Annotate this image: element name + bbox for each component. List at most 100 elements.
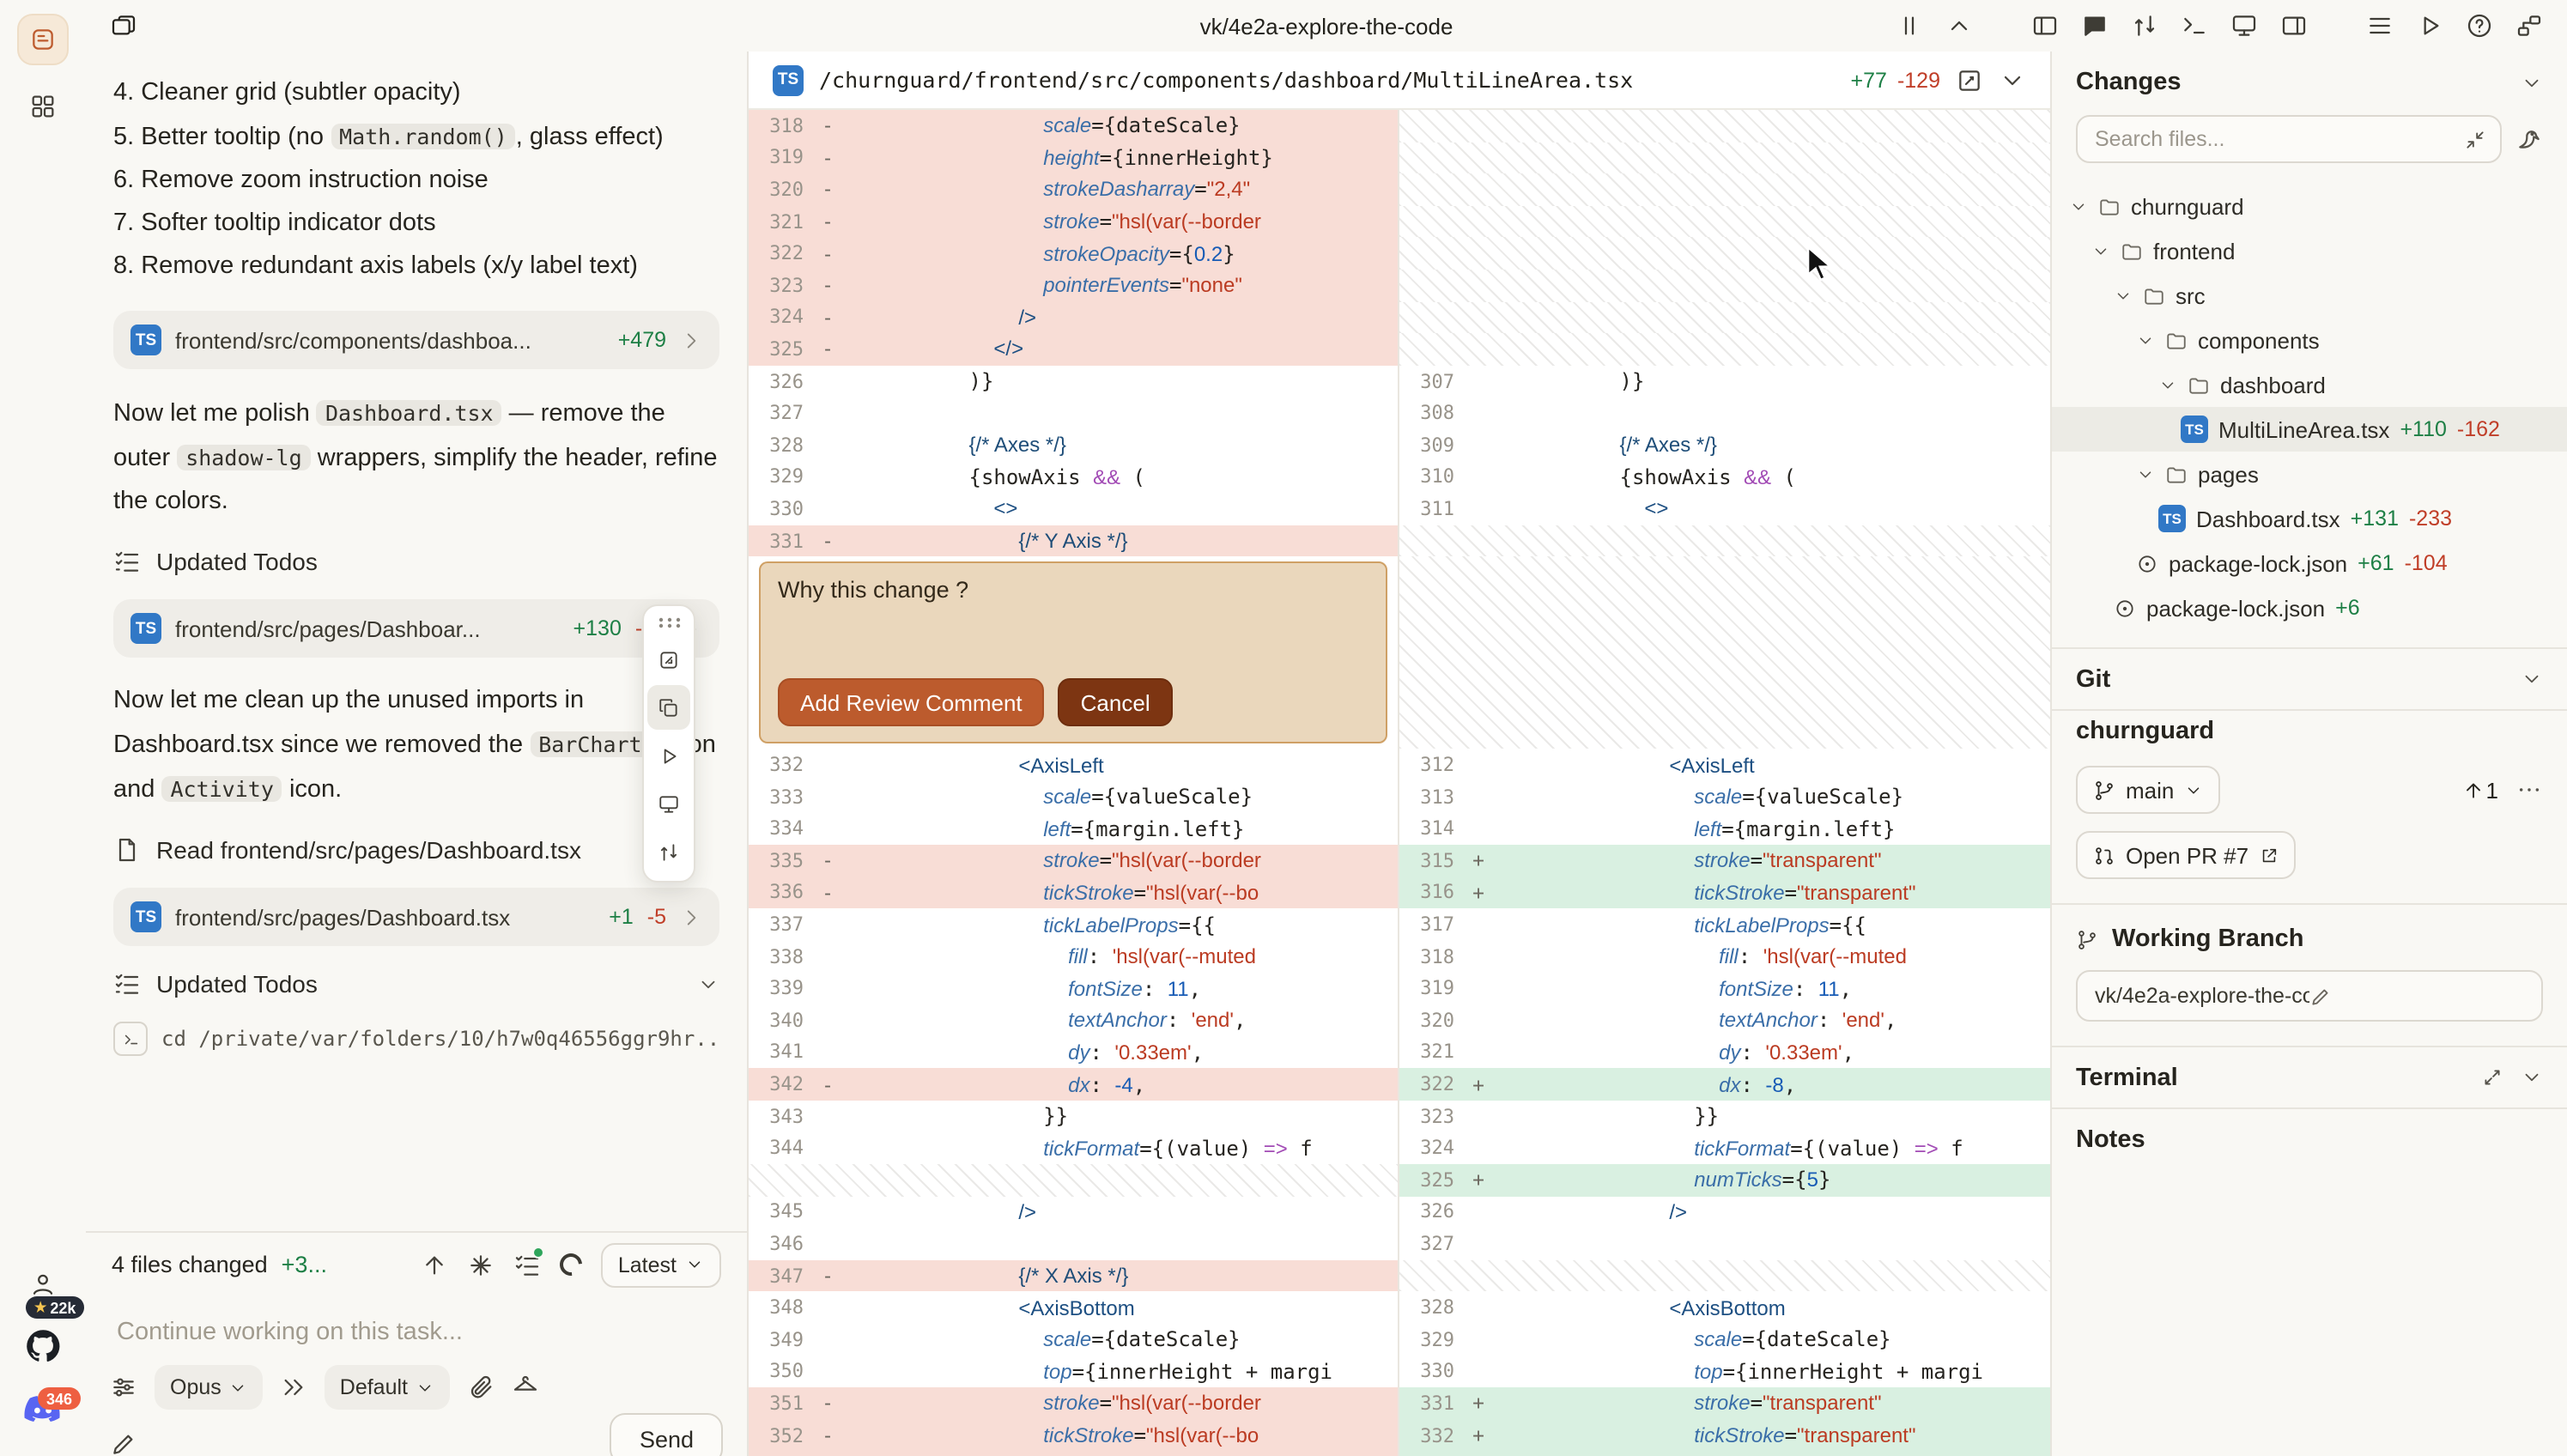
diff-line[interactable]: 337 tickLabelProps={{ [749, 909, 1399, 941]
diff-line[interactable]: 328 <AxisBottom [1399, 1292, 2050, 1324]
diff-line[interactable]: 315+ stroke="transparent" [1399, 845, 2050, 877]
grid-icon[interactable] [29, 93, 57, 120]
diff-line[interactable]: 310 {showAxis && ( [1399, 461, 2050, 493]
diff-line[interactable]: 331- {/* Y Axis */} [749, 525, 1399, 556]
expand-icon[interactable] [2481, 1066, 2503, 1089]
up-arrow-icon[interactable] [421, 1251, 448, 1278]
hanger-icon[interactable] [511, 1374, 538, 1401]
chevron-down-icon[interactable] [697, 973, 719, 995]
diff-line[interactable]: 333+ [1399, 1452, 2050, 1456]
comment-textarea[interactable]: Why this change ? [778, 578, 1368, 679]
tree-folder-src[interactable]: src [2052, 273, 2567, 318]
asterisk-icon[interactable] [467, 1251, 495, 1278]
diff-line[interactable]: 323 }} [1399, 1101, 2050, 1132]
updated-todos-row[interactable]: Updated Todos [113, 548, 719, 575]
diff-line[interactable]: 318 fill: 'hsl(var(--muted [1399, 941, 2050, 973]
diff-body[interactable]: 318- scale={dateScale}319- height={inner… [749, 110, 2050, 1456]
search-box[interactable] [2076, 115, 2502, 163]
run-icon[interactable] [2416, 12, 2443, 39]
diff-line[interactable]: 347- {/* X Axis */} [749, 1260, 1399, 1292]
chat-icon[interactable] [2081, 12, 2109, 39]
diff-line[interactable]: 324- /> [749, 301, 1399, 333]
more-options-icon[interactable] [2515, 776, 2543, 804]
diff-line[interactable]: 349 scale={dateScale} [749, 1324, 1399, 1356]
diff-line[interactable]: 309 {/* Axes */} [1399, 429, 2050, 461]
diff-line[interactable]: 326 /> [1399, 1196, 2050, 1228]
diff-line[interactable]: 311 <> [1399, 493, 2050, 525]
diff-file-path[interactable]: /churnguard/frontend/src/components/dash… [819, 67, 1836, 93]
add-review-comment-button[interactable]: Add Review Comment [778, 679, 1045, 727]
diff-line[interactable]: 320- strokeDasharray="2,4" [749, 173, 1399, 205]
chevron-down-icon[interactable] [1999, 66, 2026, 94]
tree-folder-churnguard[interactable]: churnguard [2052, 184, 2567, 228]
list-checks-icon[interactable] [513, 1251, 541, 1278]
cancel-button[interactable]: Cancel [1059, 679, 1173, 727]
diff-line[interactable]: 332 <AxisLeft [749, 749, 1399, 781]
tree-file-MultiLineArea.tsx[interactable]: TSMultiLineArea.tsx+110-162 [2052, 407, 2567, 452]
diff-line[interactable]: 332+ tickStroke="transparent" [1399, 1420, 2050, 1452]
tree-folder-pages[interactable]: pages [2052, 452, 2567, 496]
send-button[interactable]: Send [610, 1413, 723, 1456]
drag-handle-icon[interactable] [657, 611, 681, 635]
annotate-icon[interactable] [647, 637, 690, 682]
chevron-down-icon[interactable] [2521, 1066, 2543, 1089]
help-icon[interactable] [2466, 12, 2493, 39]
diff-line[interactable]: 346 [749, 1228, 1399, 1259]
tree-folder-components[interactable]: components [2052, 318, 2567, 362]
workflow-icon[interactable] [2515, 12, 2543, 39]
panel-left-icon[interactable] [2031, 12, 2059, 39]
diff-line[interactable]: 334 left={margin.left} [749, 813, 1399, 845]
working-branch-input[interactable]: vk/4e2a-explore-the-code [2076, 970, 2543, 1022]
diff-line[interactable]: 329 scale={dateScale} [1399, 1324, 2050, 1356]
diff-line[interactable]: 322+ dx: -8, [1399, 1069, 2050, 1101]
git-compare-icon[interactable] [647, 829, 690, 874]
display-icon[interactable] [2230, 12, 2258, 39]
tree-file-package-lock.json[interactable]: package-lock.json+61-104 [2052, 541, 2567, 585]
git-compare-icon[interactable] [2131, 12, 2158, 39]
copy-icon[interactable] [647, 685, 690, 730]
diff-line[interactable]: 324 tickFormat={(value) => f [1399, 1132, 2050, 1164]
diff-line[interactable]: 330 top={innerHeight + margi [1399, 1356, 2050, 1387]
diff-line[interactable]: 327 [1399, 1228, 2050, 1259]
diff-line[interactable]: 325+ numTicks={5} [1399, 1164, 2050, 1196]
diff-line[interactable]: 312 <AxisLeft [1399, 749, 2050, 781]
diff-line[interactable]: 314 left={margin.left} [1399, 813, 2050, 845]
file-change-chip[interactable]: TS frontend/src/pages/Dashboard.tsx +1 -… [113, 888, 719, 946]
diff-line[interactable]: 322- strokeOpacity={0.2} [749, 238, 1399, 270]
menu-icon[interactable] [2366, 12, 2394, 39]
diff-line[interactable]: 345 /> [749, 1196, 1399, 1228]
workspace-icon[interactable] [17, 14, 69, 65]
chevron-up-icon[interactable] [1945, 12, 1973, 39]
mode-dropdown[interactable]: Default [325, 1365, 449, 1410]
diff-line[interactable]: 341 dy: '0.33em', [749, 1036, 1399, 1068]
diff-line[interactable]: 344 tickFormat={(value) => f [749, 1132, 1399, 1164]
diff-line[interactable]: 348 <AxisBottom [749, 1292, 1399, 1324]
diff-line[interactable]: 333 scale={valueScale} [749, 781, 1399, 813]
diff-line[interactable]: 351- stroke="hsl(var(--border [749, 1387, 1399, 1419]
panel-right-icon[interactable] [2280, 12, 2308, 39]
diff-line[interactable]: 352- tickStroke="hsl(var(--bo [749, 1420, 1399, 1452]
tree-folder-frontend[interactable]: frontend [2052, 228, 2567, 273]
model-dropdown[interactable]: Opus [155, 1365, 263, 1410]
notes-section-header[interactable]: Notes [2052, 1107, 2567, 1169]
updated-todos-row[interactable]: Updated Todos [113, 970, 719, 998]
files-changed-label[interactable]: 4 files changed [112, 1252, 268, 1277]
changes-section-header[interactable]: Changes [2052, 52, 2567, 113]
diff-line[interactable]: 307 )} [1399, 366, 2050, 397]
diff-line[interactable]: 326 )} [749, 366, 1399, 397]
diff-line[interactable]: 328 {/* Axes */} [749, 429, 1399, 461]
diff-line[interactable]: 316+ tickStroke="transparent" [1399, 877, 2050, 908]
diff-line[interactable]: 327 [749, 397, 1399, 429]
github-icon[interactable] [24, 1327, 62, 1365]
chevron-down-icon[interactable] [2521, 668, 2543, 690]
diff-line[interactable]: 320 textAnchor: 'end', [1399, 1004, 2050, 1036]
diff-line[interactable]: 343 }} [749, 1101, 1399, 1132]
pencil-icon[interactable] [110, 1430, 137, 1456]
bird-icon[interactable] [2515, 125, 2543, 153]
diff-line[interactable]: 319 fontSize: 11, [1399, 973, 2050, 1004]
tree-file-package-lock.json[interactable]: package-lock.json+6 [2052, 585, 2567, 630]
diff-line[interactable]: 339 fontSize: 11, [749, 973, 1399, 1004]
git-section-header[interactable]: Git [2052, 647, 2567, 709]
tune-icon[interactable] [110, 1374, 137, 1401]
chat-input[interactable] [113, 1317, 719, 1348]
